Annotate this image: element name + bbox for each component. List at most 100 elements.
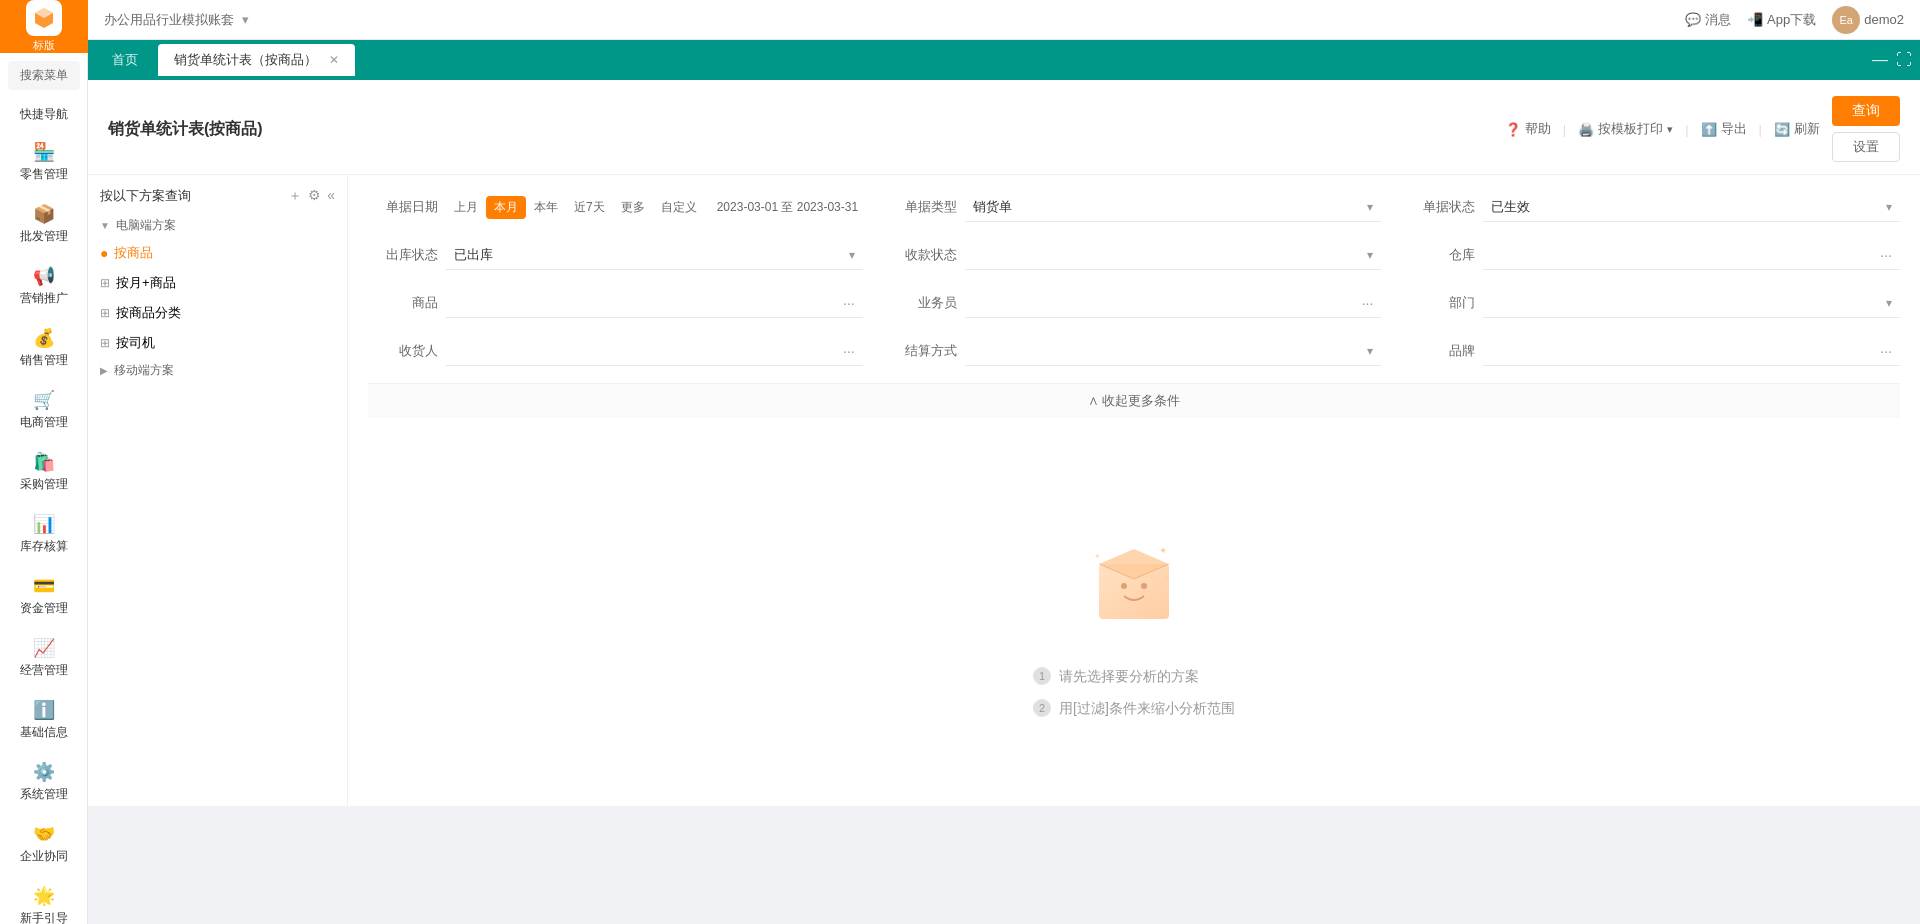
logo-icon: [26, 0, 62, 36]
sidebar-item-ecommerce[interactable]: 🛒 电商管理: [0, 379, 88, 441]
doctype-select[interactable]: 销货单 ▾: [965, 192, 1382, 222]
consignee-dots[interactable]: ···: [843, 343, 855, 359]
date-btn-this-month[interactable]: 本月: [486, 196, 526, 219]
scheme-group-mobile[interactable]: ▶ 移动端方案: [88, 358, 347, 383]
tab-home[interactable]: 首页: [96, 44, 154, 76]
app-logo[interactable]: 标版: [0, 0, 88, 53]
scheme-item-by-month-product[interactable]: ⊞ 按月+商品: [88, 268, 347, 298]
doctype-value: 销货单: [973, 198, 1012, 216]
sidebar-item-basic[interactable]: ℹ️ 基础信息: [0, 689, 88, 751]
tab-close-btn[interactable]: ✕: [329, 53, 339, 67]
sidebar-item-wholesale[interactable]: 📦 批发管理: [0, 193, 88, 255]
filter-brand-item: 品牌 ···: [1405, 335, 1900, 367]
docstatus-label: 单据状态: [1405, 198, 1475, 216]
collapse-bar[interactable]: ∧ 收起更多条件: [368, 383, 1900, 418]
message-icon: 💬: [1685, 12, 1701, 27]
outstatus-select[interactable]: 已出库 ▾: [446, 240, 863, 270]
receiptstatus-select[interactable]: ▾: [965, 240, 1382, 270]
salesperson-dots[interactable]: ···: [1362, 295, 1374, 311]
tip-text-1: 请先选择要分析的方案: [1059, 662, 1199, 690]
app-download-btn[interactable]: 📲 App下载: [1747, 11, 1816, 29]
tab-report[interactable]: 销货单统计表（按商品） ✕: [158, 44, 355, 76]
salesperson-input[interactable]: ···: [965, 288, 1382, 318]
sidebar-item-operation[interactable]: 📈 经营管理: [0, 627, 88, 689]
divider2: |: [1685, 122, 1688, 137]
date-btn-7days[interactable]: 近7天: [566, 196, 613, 219]
download-icon: 📲: [1747, 12, 1763, 27]
receiptstatus-dropdown-icon: ▾: [1367, 248, 1373, 262]
docstatus-value: 已生效: [1491, 198, 1530, 216]
date-btn-custom[interactable]: 自定义: [653, 196, 705, 219]
salesperson-label: 业务员: [887, 294, 957, 312]
docstatus-dropdown-icon: ▾: [1886, 200, 1892, 214]
scheme-settings-btn[interactable]: ⚙: [308, 187, 321, 205]
tab-bar: 首页 销货单统计表（按商品） ✕ — ⛶: [88, 40, 1920, 80]
dropdown-icon[interactable]: ▾: [242, 12, 249, 27]
outstatus-dropdown-icon: ▾: [849, 248, 855, 262]
help-btn[interactable]: ❓ 帮助: [1505, 120, 1551, 138]
warehouse-dots[interactable]: ···: [1880, 247, 1892, 263]
action-btns-right: 查询 设置: [1832, 96, 1900, 162]
scheme-collapse-btn[interactable]: «: [327, 187, 335, 205]
filter-outstatus-item: 出库状态 已出库 ▾: [368, 239, 863, 271]
sidebar-item-marketing[interactable]: 📢 营销推广: [0, 255, 88, 317]
doctype-label: 单据类型: [887, 198, 957, 216]
settings-button[interactable]: 设置: [1832, 132, 1900, 162]
tab-maximize-btn[interactable]: ⛶: [1896, 51, 1912, 69]
scheme-panel: 按以下方案查询 ＋ ⚙ « ▼ 电脑端方案 ● 按商品: [88, 175, 348, 806]
avatar: Ea: [1832, 6, 1860, 34]
filter-salesperson-item: 业务员 ···: [887, 287, 1382, 319]
user-menu[interactable]: Ea demo2: [1832, 6, 1904, 34]
scheme-item-by-org[interactable]: ⊞ 按司机: [88, 328, 347, 358]
sidebar-item-newbie[interactable]: 🌟 新手引导: [0, 875, 88, 924]
empty-tips: 1 请先选择要分析的方案 2 用[过滤]条件来缩小分析范围: [1033, 658, 1235, 726]
purchase-icon: 🛍️: [33, 451, 55, 473]
filter-docstatus-item: 单据状态 已生效 ▾: [1405, 191, 1900, 223]
search-menu[interactable]: 搜索菜单: [8, 61, 80, 90]
scheme-item-by-category[interactable]: ⊞ 按商品分类: [88, 298, 347, 328]
scheme-header-actions: ＋ ⚙ «: [288, 187, 335, 205]
filter-area: 单据日期 上月 本月 本年 近7天 更多 自定义: [348, 175, 1920, 434]
settlement-select[interactable]: ▾: [965, 336, 1382, 366]
filter-row-3: 商品 ··· 业务员: [368, 287, 1900, 319]
sidebar-item-system[interactable]: ⚙️ 系统管理: [0, 751, 88, 813]
scheme-item-by-product[interactable]: ● 按商品: [88, 238, 347, 268]
svg-point-4: [1121, 583, 1127, 589]
department-dropdown-icon: ▾: [1886, 296, 1892, 310]
outstatus-label: 出库状态: [368, 246, 438, 264]
export-btn[interactable]: ⬆️ 导出: [1701, 120, 1747, 138]
product-input[interactable]: ···: [446, 288, 863, 318]
tab-minimize-btn[interactable]: —: [1872, 51, 1888, 69]
product-dots[interactable]: ···: [843, 295, 855, 311]
refresh-btn[interactable]: 🔄 刷新: [1774, 120, 1820, 138]
print-btn[interactable]: 🖨️ 按模板打印 ▾: [1578, 120, 1673, 138]
department-label: 部门: [1405, 294, 1475, 312]
sidebar-item-sales[interactable]: 💰 销售管理: [0, 317, 88, 379]
date-btn-this-year[interactable]: 本年: [526, 196, 566, 219]
message-btn[interactable]: 💬 消息: [1685, 11, 1731, 29]
breadcrumb: 办公用品行业模拟账套 ▾: [104, 11, 249, 29]
sidebar-item-finance[interactable]: 💳 资金管理: [0, 565, 88, 627]
svg-point-5: [1141, 583, 1147, 589]
doctype-dropdown-icon: ▾: [1367, 200, 1373, 214]
warehouse-input[interactable]: ···: [1483, 240, 1900, 270]
home-tab-label: 首页: [112, 51, 138, 69]
query-button[interactable]: 查询: [1832, 96, 1900, 126]
brand-input[interactable]: ···: [1483, 336, 1900, 366]
sidebar-item-corp[interactable]: 🤝 企业协同: [0, 813, 88, 875]
ecommerce-icon: 🛒: [33, 389, 55, 411]
scheme-group-pc[interactable]: ▼ 电脑端方案: [88, 213, 347, 238]
retail-icon: 🏪: [33, 141, 55, 163]
date-btn-last-month[interactable]: 上月: [446, 196, 486, 219]
date-btn-more[interactable]: 更多: [613, 196, 653, 219]
quick-nav[interactable]: 快捷导航: [20, 98, 68, 131]
sidebar-item-retail[interactable]: 🏪 零售管理: [0, 131, 88, 193]
scheme-add-btn[interactable]: ＋: [288, 187, 302, 205]
sidebar-item-purchase[interactable]: 🛍️ 采购管理: [0, 441, 88, 503]
sidebar-item-inventory[interactable]: 📊 库存核算: [0, 503, 88, 565]
settlement-dropdown-icon: ▾: [1367, 344, 1373, 358]
department-select[interactable]: ▾: [1483, 288, 1900, 318]
docstatus-select[interactable]: 已生效 ▾: [1483, 192, 1900, 222]
brand-dots[interactable]: ···: [1880, 343, 1892, 359]
consignee-input[interactable]: ···: [446, 336, 863, 366]
